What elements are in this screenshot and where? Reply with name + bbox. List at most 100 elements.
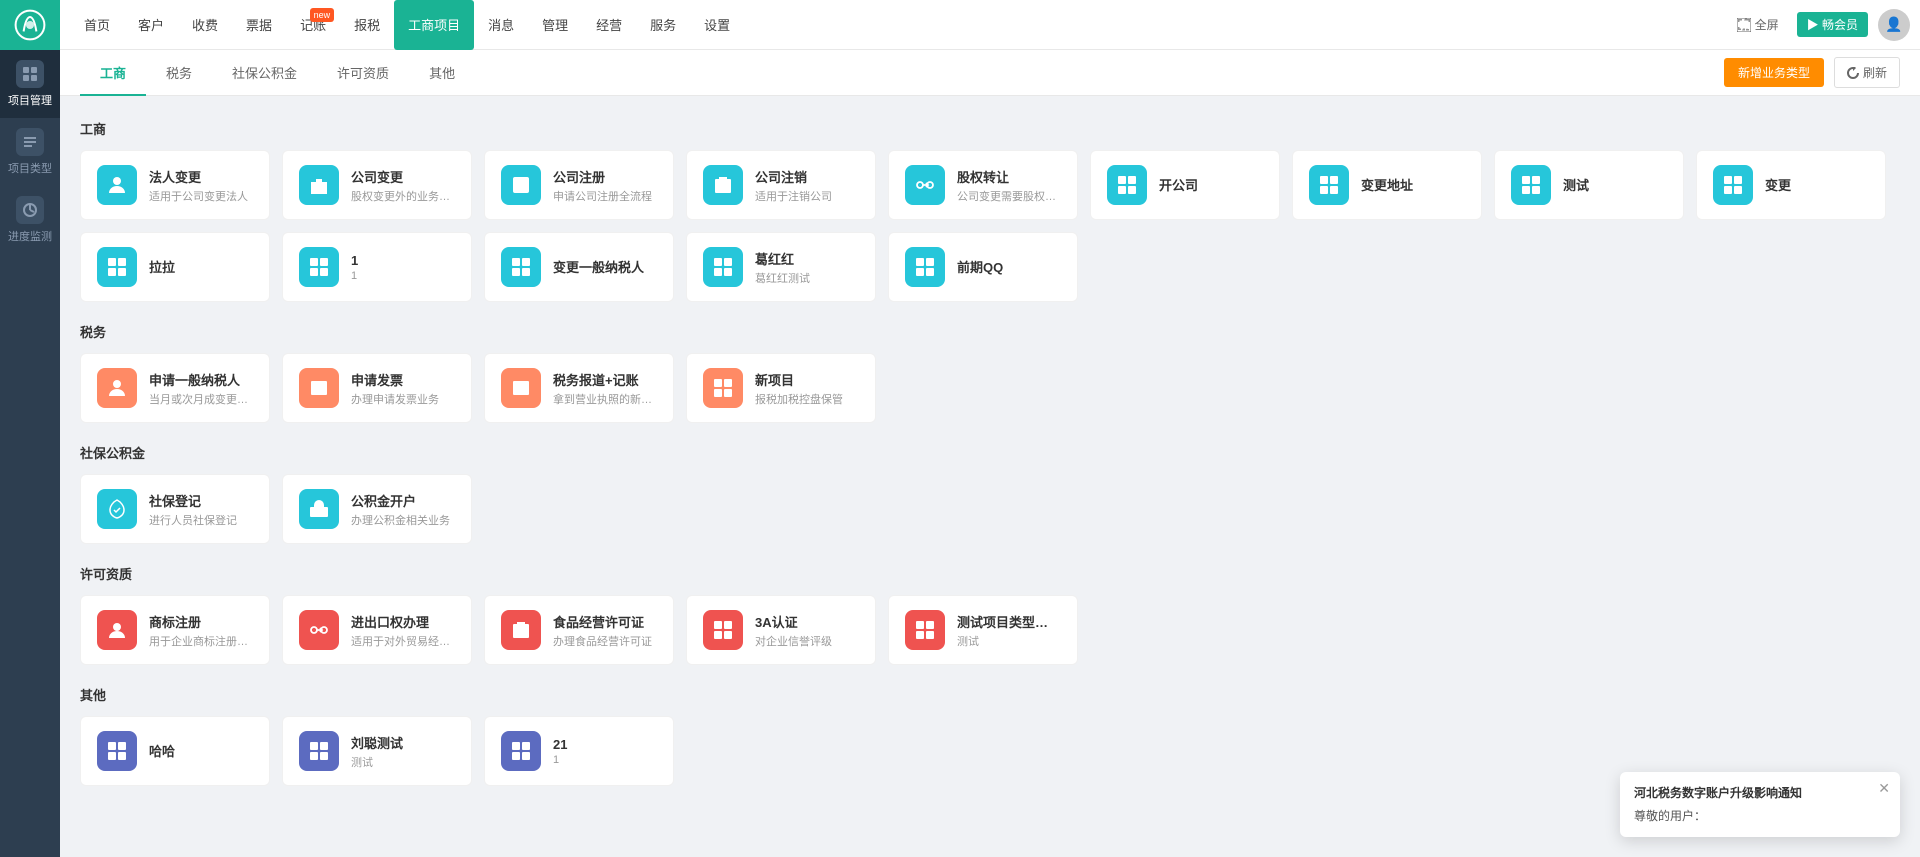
card-icon-zhuce [501, 165, 541, 205]
subnav-actions: 新增业务类型 刷新 [1724, 57, 1900, 88]
nav-settings[interactable]: 设置 [690, 0, 744, 50]
section-title-shebao: 社保公积金 [80, 443, 1900, 462]
card-qianqi-qq[interactable]: 前期QQ [888, 232, 1078, 302]
card-name: 葛红红 [755, 249, 859, 268]
nav-billing[interactable]: 收费 [178, 0, 232, 50]
member-label: ▶ [1807, 18, 1822, 32]
card-shenqing-fapiao[interactable]: 申请发票 办理申请发票业务 [282, 353, 472, 423]
content-area: 工商 税务 社保公积金 许可资质 其他 新增业务类型 刷新 工商 [60, 50, 1920, 857]
card-3a-renzheng[interactable]: 3A认证 对企业信誉评级 [686, 595, 876, 665]
card-biangeng-dizhi[interactable]: 变更地址 [1292, 150, 1482, 220]
card-shangbiao[interactable]: 商标注册 用于企业商标注册服务 [80, 595, 270, 665]
card-kai-gongsi[interactable]: 开公司 [1090, 150, 1280, 220]
card-icon-shangbiao [97, 610, 137, 650]
logo-icon [14, 9, 46, 41]
card-name: 1 [351, 253, 455, 268]
progress-icon [16, 196, 44, 224]
card-icon-faren [97, 165, 137, 205]
nav-bookkeeping[interactable]: 记账 new [286, 0, 340, 50]
nav-service[interactable]: 服务 [636, 0, 690, 50]
card-desc: 进行人员社保登记 [149, 512, 253, 528]
card-lala[interactable]: 拉拉 [80, 232, 270, 302]
card-desc: 拿到营业执照的新公司 [553, 391, 657, 407]
member-btn[interactable]: ▶ 畅会员 [1797, 12, 1868, 37]
card-haha[interactable]: 哈哈 [80, 716, 270, 786]
nav-manage[interactable]: 管理 [528, 0, 582, 50]
tab-gongshang[interactable]: 工商 [80, 50, 146, 96]
nav-message[interactable]: 消息 [474, 0, 528, 50]
card-icon-shebao [97, 489, 137, 529]
card-icon-qianqi [905, 247, 945, 287]
nav-operation[interactable]: 经营 [582, 0, 636, 50]
card-icon-21 [501, 731, 541, 771]
card-icon-fapiao [299, 368, 339, 408]
card-biangeng-nashui[interactable]: 变更一般纳税人 [484, 232, 674, 302]
notification-close-btn[interactable]: ✕ [1878, 780, 1890, 797]
card-icon-biangeng2 [1713, 165, 1753, 205]
nav-ticket[interactable]: 票据 [232, 0, 286, 50]
section-title-xuke: 许可资质 [80, 564, 1900, 583]
sidebar-item-project-mgmt[interactable]: 项目管理 [0, 50, 60, 118]
card-desc: 当月或次月成变更完成 [149, 391, 253, 407]
nav-industrial[interactable]: 工商项目 [394, 0, 474, 50]
notification-popup: ✕ 河北税务数字账户升级影响通知 尊敬的用户： [1620, 772, 1900, 837]
nav-tax[interactable]: 报税 [340, 0, 394, 50]
card-shenqing-nashui[interactable]: 申请一般纳税人 当月或次月成变更完成 [80, 353, 270, 423]
nav-client[interactable]: 客户 [124, 0, 178, 50]
tab-shuiwu[interactable]: 税务 [146, 50, 212, 96]
card-name: 变更 [1765, 175, 1869, 194]
topnav-right: 全屏 ▶ 畅会员 👤 [1729, 9, 1910, 41]
card-name: 21 [553, 737, 657, 752]
card-icon-zhuxiao [703, 165, 743, 205]
avatar[interactable]: 👤 [1878, 9, 1910, 41]
card-name: 公司注册 [553, 167, 657, 186]
logo[interactable] [0, 0, 60, 50]
refresh-button[interactable]: 刷新 [1834, 57, 1900, 88]
card-ceshi-leixing[interactable]: 测试项目类型目定义 测试 [888, 595, 1078, 665]
card-21[interactable]: 21 1 [484, 716, 674, 786]
card-desc: 测试 [957, 633, 1061, 649]
sidebar-item-progress[interactable]: 进度监测 [0, 186, 60, 254]
card-shuiwu-jizh[interactable]: 税务报道+记账 拿到营业执照的新公司 [484, 353, 674, 423]
notification-title: 河北税务数字账户升级影响通知 [1634, 784, 1886, 801]
card-ceshi[interactable]: 测试 [1494, 150, 1684, 220]
card-desc: 股权变更外的业务变更 [351, 188, 455, 204]
card-gongsi-zhuxiao[interactable]: 公司注销 适用于注销公司 [686, 150, 876, 220]
card-icon-gongsi [299, 165, 339, 205]
card-1-1[interactable]: 1 1 [282, 232, 472, 302]
project-type-icon [16, 128, 44, 156]
card-desc: 适用于注销公司 [755, 188, 859, 204]
add-type-button[interactable]: 新增业务类型 [1724, 58, 1824, 87]
card-name: 公司变更 [351, 167, 455, 186]
card-icon-jinchukouquan [299, 610, 339, 650]
tab-shebao[interactable]: 社保公积金 [212, 50, 317, 96]
card-icon-1 [299, 247, 339, 287]
card-name: 开公司 [1159, 175, 1263, 194]
card-xin-xiangmu[interactable]: 新项目 报税加税控盘保管 [686, 353, 876, 423]
tab-xuke[interactable]: 许可资质 [317, 50, 409, 96]
tab-qita[interactable]: 其他 [409, 50, 475, 96]
card-shipin-xuke[interactable]: 食品经营许可证 办理食品经营许可证 [484, 595, 674, 665]
card-jinchukouquan[interactable]: 进出口权办理 适用于对外贸易经营者 [282, 595, 472, 665]
card-icon-lala [97, 247, 137, 287]
card-guquan-zhuanrang[interactable]: 股权转让 公司变更需要股权转让 [888, 150, 1078, 220]
card-shebao-dengji[interactable]: 社保登记 进行人员社保登记 [80, 474, 270, 544]
card-name: 测试项目类型目定义 [957, 612, 1061, 631]
card-icon-shenqing [97, 368, 137, 408]
fullscreen-btn[interactable]: 全屏 [1729, 12, 1787, 37]
card-gongjijin-kaihu[interactable]: 公积金开户 办理公积金相关业务 [282, 474, 472, 544]
card-name: 测试 [1563, 175, 1667, 194]
card-desc: 1 [351, 270, 455, 282]
card-gongsi-zhuce[interactable]: 公司注册 申请公司注册全流程 [484, 150, 674, 220]
card-icon-3a [703, 610, 743, 650]
nav-home[interactable]: 首页 [70, 0, 124, 50]
card-biangeng2[interactable]: 变更 [1696, 150, 1886, 220]
card-gongsi-biangeng[interactable]: 公司变更 股权变更外的业务变更 [282, 150, 472, 220]
card-faren-biangeng[interactable]: 法人变更 适用于公司变更法人 [80, 150, 270, 220]
card-name: 进出口权办理 [351, 612, 455, 631]
card-gehonghong[interactable]: 葛红红 葛红红测试 [686, 232, 876, 302]
sidebar-item-project-type[interactable]: 项目类型 [0, 118, 60, 186]
card-desc: 办理申请发票业务 [351, 391, 455, 407]
card-liucong-ceshi[interactable]: 刘聪测试 测试 [282, 716, 472, 786]
card-name: 社保登记 [149, 491, 253, 510]
